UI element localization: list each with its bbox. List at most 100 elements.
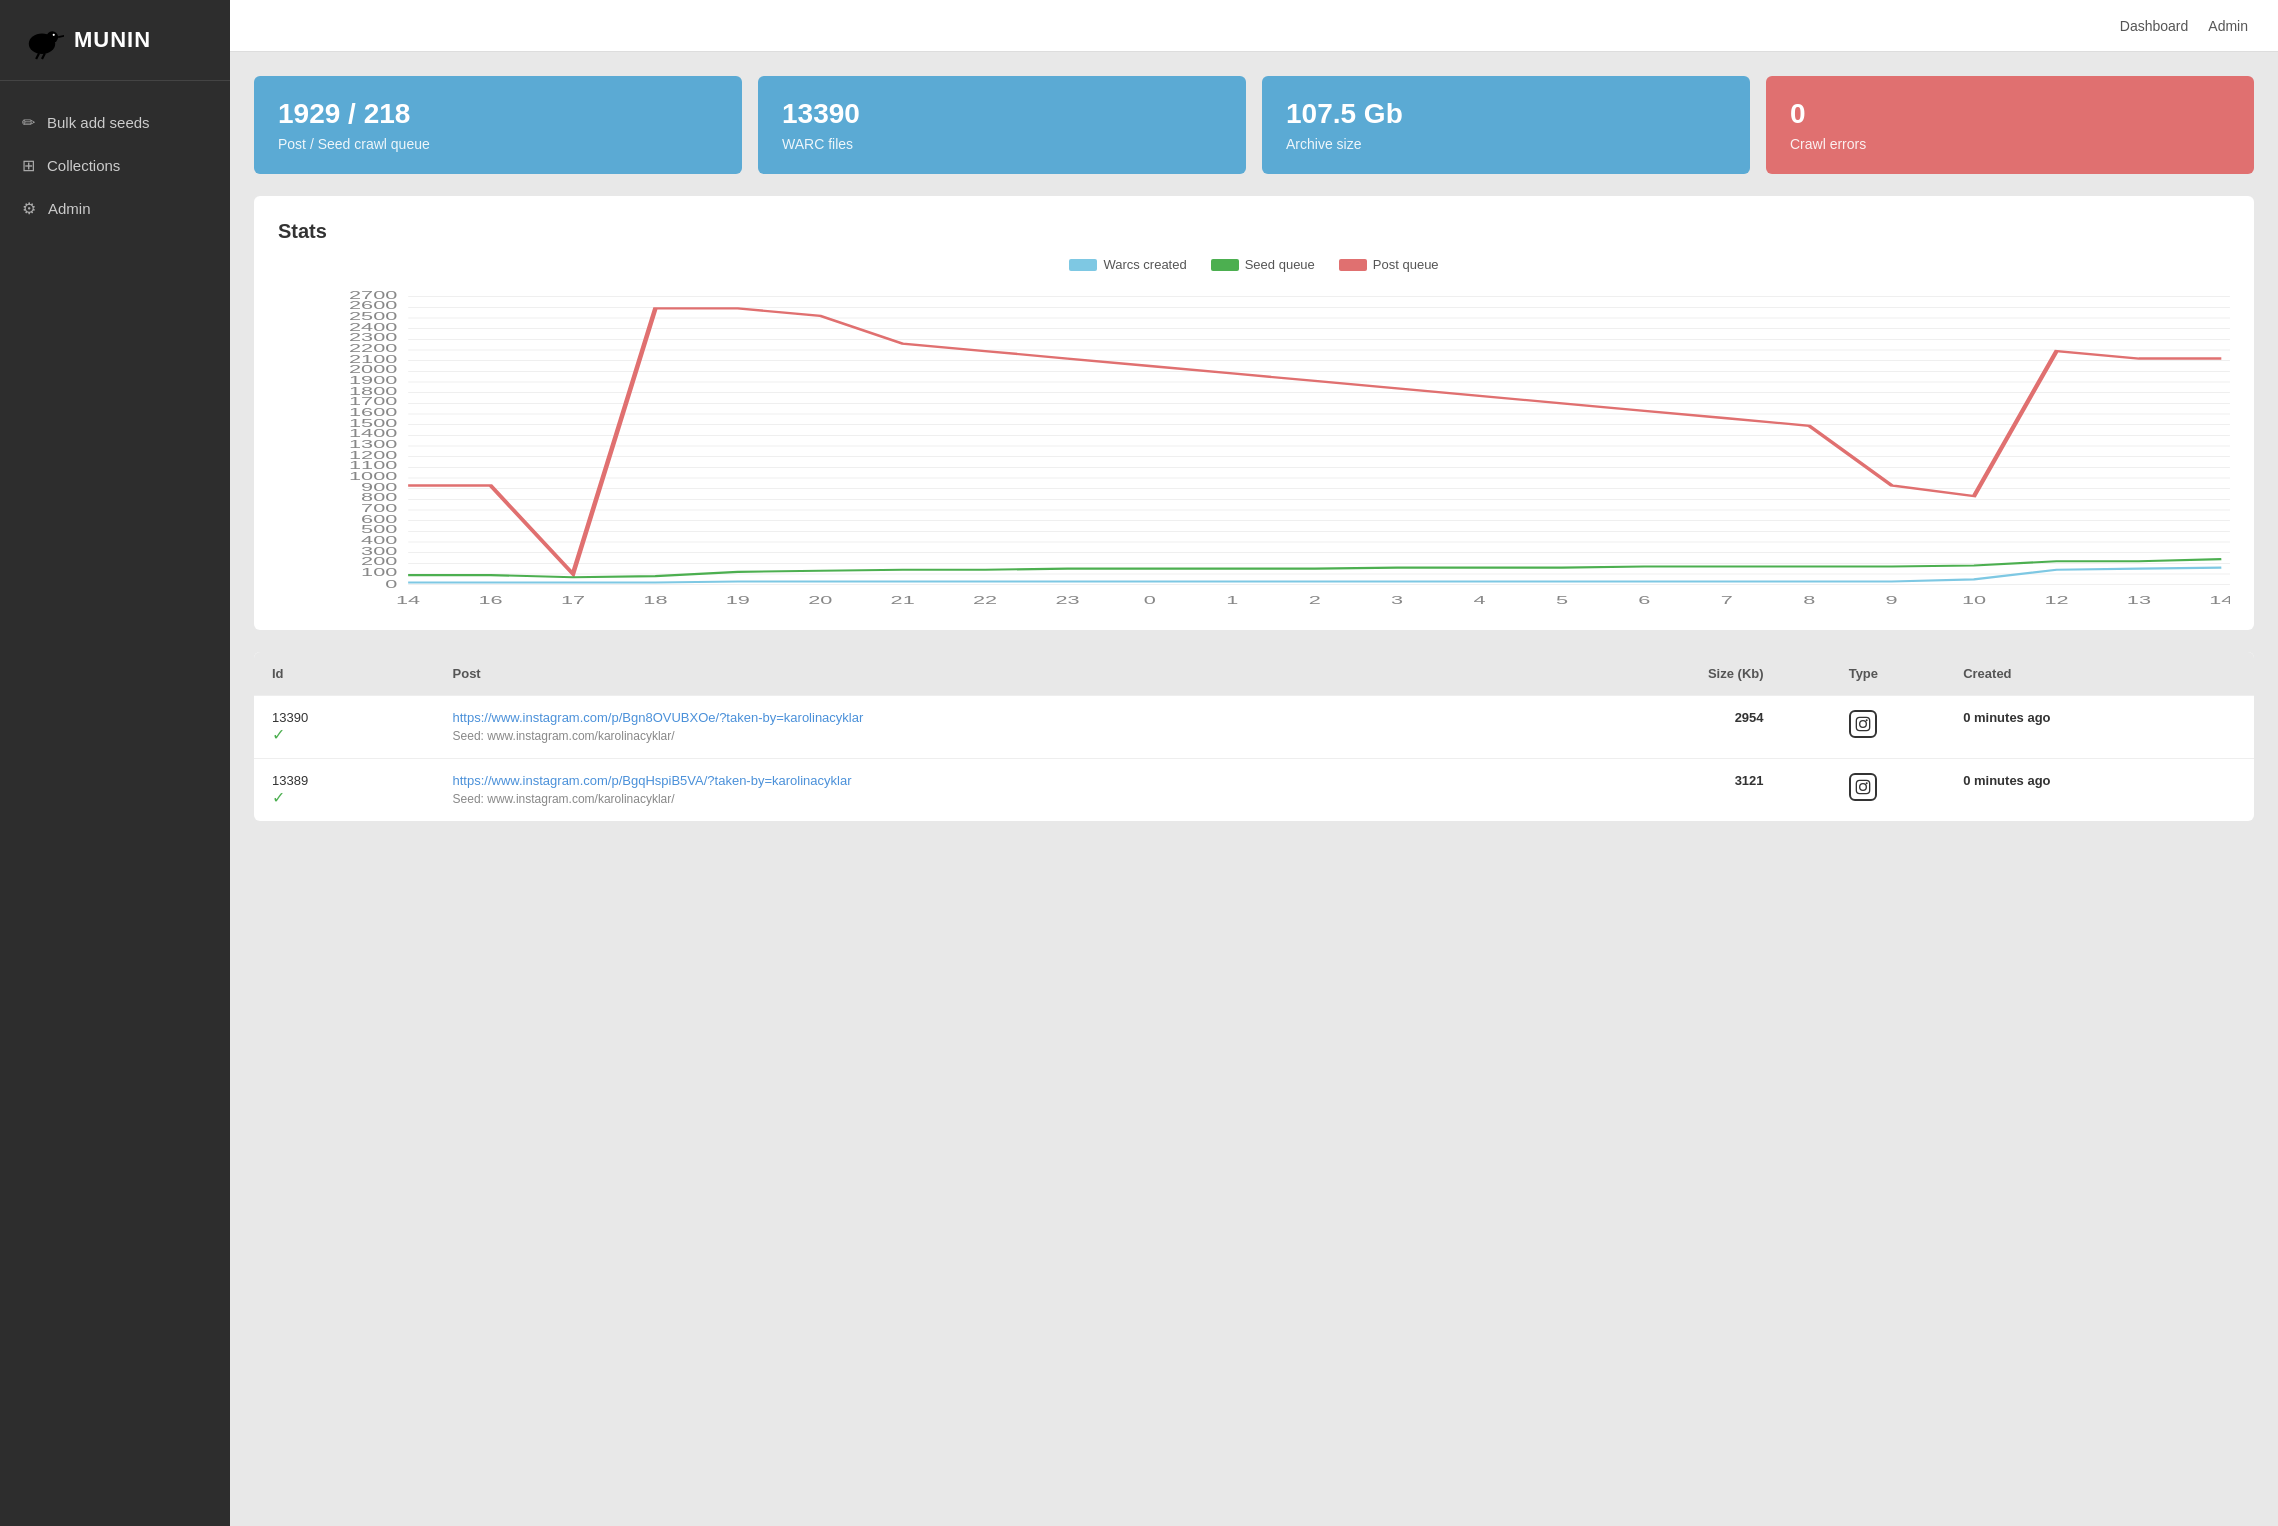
svg-text:16: 16 — [478, 595, 502, 606]
instagram-icon-1 — [1849, 773, 1877, 801]
sidebar-item-admin[interactable]: ⚙ Admin — [0, 187, 230, 230]
svg-point-1 — [46, 31, 58, 43]
stat-card-archive-size: 107.5 Gb Archive size — [1262, 76, 1750, 174]
cell-created-0: 0 minutes ago — [1945, 696, 2254, 759]
table-header-row: Id Post Size (Kb) Type Created — [254, 652, 2254, 696]
post-link-0[interactable]: https://www.instagram.com/p/Bgn8OVUBXOe/… — [453, 710, 1535, 725]
cell-post-1: https://www.instagram.com/p/BgqHspiB5VA/… — [435, 759, 1553, 822]
svg-text:21: 21 — [891, 595, 915, 606]
svg-rect-88 — [1857, 780, 1870, 793]
svg-text:400: 400 — [361, 535, 397, 547]
svg-text:100: 100 — [361, 567, 397, 579]
svg-line-4 — [36, 53, 39, 59]
legend-seed-queue: Seed queue — [1211, 257, 1315, 272]
svg-text:2300: 2300 — [349, 332, 397, 344]
stat-card-crawl-errors: 0 Crawl errors — [1766, 76, 2254, 174]
cell-type-0 — [1782, 696, 1946, 759]
chart-title: Stats — [278, 220, 2230, 243]
stat-card-crawl-queue: 1929 / 218 Post / Seed crawl queue — [254, 76, 742, 174]
svg-text:1000: 1000 — [349, 471, 397, 483]
svg-text:23: 23 — [1055, 595, 1079, 606]
stat-card-warc-files-value: 13390 — [782, 98, 1222, 130]
verified-icon: ✓ — [272, 725, 417, 744]
svg-text:2700: 2700 — [349, 289, 397, 301]
sidebar-item-bulk-add-seeds[interactable]: ✏ Bulk add seeds — [0, 101, 230, 144]
legend-color-warcs — [1069, 259, 1097, 271]
svg-text:22: 22 — [973, 595, 997, 606]
svg-text:3: 3 — [1391, 595, 1403, 606]
legend-color-post — [1339, 259, 1367, 271]
stat-card-archive-size-value: 107.5 Gb — [1286, 98, 1726, 130]
svg-text:1500: 1500 — [349, 417, 397, 429]
stat-card-warc-files-label: WARC files — [782, 136, 1222, 152]
svg-text:0: 0 — [1144, 595, 1156, 606]
svg-point-3 — [53, 34, 55, 36]
svg-text:2: 2 — [1309, 595, 1321, 606]
sidebar-item-label-bulk-add-seeds: Bulk add seeds — [47, 114, 150, 131]
cell-created-1: 0 minutes ago — [1945, 759, 2254, 822]
logo-icon — [20, 18, 64, 62]
svg-text:5: 5 — [1556, 595, 1568, 606]
svg-text:900: 900 — [361, 481, 397, 493]
sidebar-item-collections[interactable]: ⊞ Collections — [0, 144, 230, 187]
svg-text:1300: 1300 — [349, 439, 397, 451]
app-name: MUNIN — [74, 27, 151, 53]
svg-text:1100: 1100 — [349, 460, 397, 472]
cell-size-1: 3121 — [1552, 759, 1781, 822]
data-table: Id Post Size (Kb) Type Created 13390 ✓ h… — [254, 652, 2254, 821]
chart-panel: Stats Warcs created Seed queue Post queu… — [254, 196, 2254, 630]
svg-point-89 — [1860, 784, 1867, 791]
stat-card-crawl-queue-label: Post / Seed crawl queue — [278, 136, 718, 152]
stat-card-crawl-errors-value: 0 — [1790, 98, 2230, 130]
svg-text:700: 700 — [361, 503, 397, 515]
svg-text:200: 200 — [361, 556, 397, 568]
svg-text:2400: 2400 — [349, 321, 397, 333]
svg-text:1800: 1800 — [349, 385, 397, 397]
svg-text:300: 300 — [361, 545, 397, 557]
bulk-add-seeds-icon: ✏ — [22, 113, 35, 132]
legend-label-seed: Seed queue — [1245, 257, 1315, 272]
svg-text:13: 13 — [2127, 595, 2151, 606]
topbar-dashboard-link[interactable]: Dashboard — [2120, 18, 2189, 34]
legend-color-seed — [1211, 259, 1239, 271]
chart-legend: Warcs created Seed queue Post queue — [278, 257, 2230, 272]
svg-text:1600: 1600 — [349, 407, 397, 419]
svg-text:6: 6 — [1638, 595, 1650, 606]
svg-text:1700: 1700 — [349, 396, 397, 408]
cell-id-0: 13390 ✓ — [254, 696, 435, 759]
table-row: 13389 ✓ https://www.instagram.com/p/BgqH… — [254, 759, 2254, 822]
svg-text:1: 1 — [1226, 595, 1238, 606]
svg-text:2600: 2600 — [349, 300, 397, 312]
logo: MUNIN — [0, 0, 230, 81]
svg-point-90 — [1866, 782, 1868, 784]
svg-text:4: 4 — [1474, 595, 1486, 606]
stat-card-warc-files: 13390 WARC files — [758, 76, 1246, 174]
col-header-id: Id — [254, 652, 435, 696]
svg-text:20: 20 — [808, 595, 832, 606]
col-header-size: Size (Kb) — [1552, 652, 1781, 696]
col-header-type: Type — [1782, 652, 1946, 696]
table-panel: Id Post Size (Kb) Type Created 13390 ✓ h… — [254, 652, 2254, 821]
post-seed-0: Seed: www.instagram.com/karolinacyklar/ — [453, 729, 675, 743]
svg-text:17: 17 — [561, 595, 585, 606]
legend-label-warcs: Warcs created — [1103, 257, 1186, 272]
svg-text:600: 600 — [361, 513, 397, 525]
svg-text:1200: 1200 — [349, 449, 397, 461]
stat-cards: 1929 / 218 Post / Seed crawl queue 13390… — [254, 76, 2254, 174]
svg-text:800: 800 — [361, 492, 397, 504]
sidebar: MUNIN ✏ Bulk add seeds ⊞ Collections ⚙ A… — [0, 0, 230, 1526]
sidebar-item-label-collections: Collections — [47, 157, 120, 174]
topbar: Dashboard Admin — [230, 0, 2278, 52]
chart-area: .grid-line { stroke: #e0e0e0; stroke-wid… — [278, 286, 2230, 606]
svg-text:2000: 2000 — [349, 364, 397, 376]
svg-text:14: 14 — [396, 595, 420, 606]
post-link-1[interactable]: https://www.instagram.com/p/BgqHspiB5VA/… — [453, 773, 1535, 788]
topbar-admin-link[interactable]: Admin — [2208, 18, 2248, 34]
sidebar-item-label-admin: Admin — [48, 200, 91, 217]
svg-text:1900: 1900 — [349, 375, 397, 387]
svg-text:500: 500 — [361, 524, 397, 536]
svg-text:19: 19 — [726, 595, 750, 606]
svg-text:2500: 2500 — [349, 311, 397, 323]
svg-text:18: 18 — [643, 595, 667, 606]
cell-post-0: https://www.instagram.com/p/Bgn8OVUBXOe/… — [435, 696, 1553, 759]
